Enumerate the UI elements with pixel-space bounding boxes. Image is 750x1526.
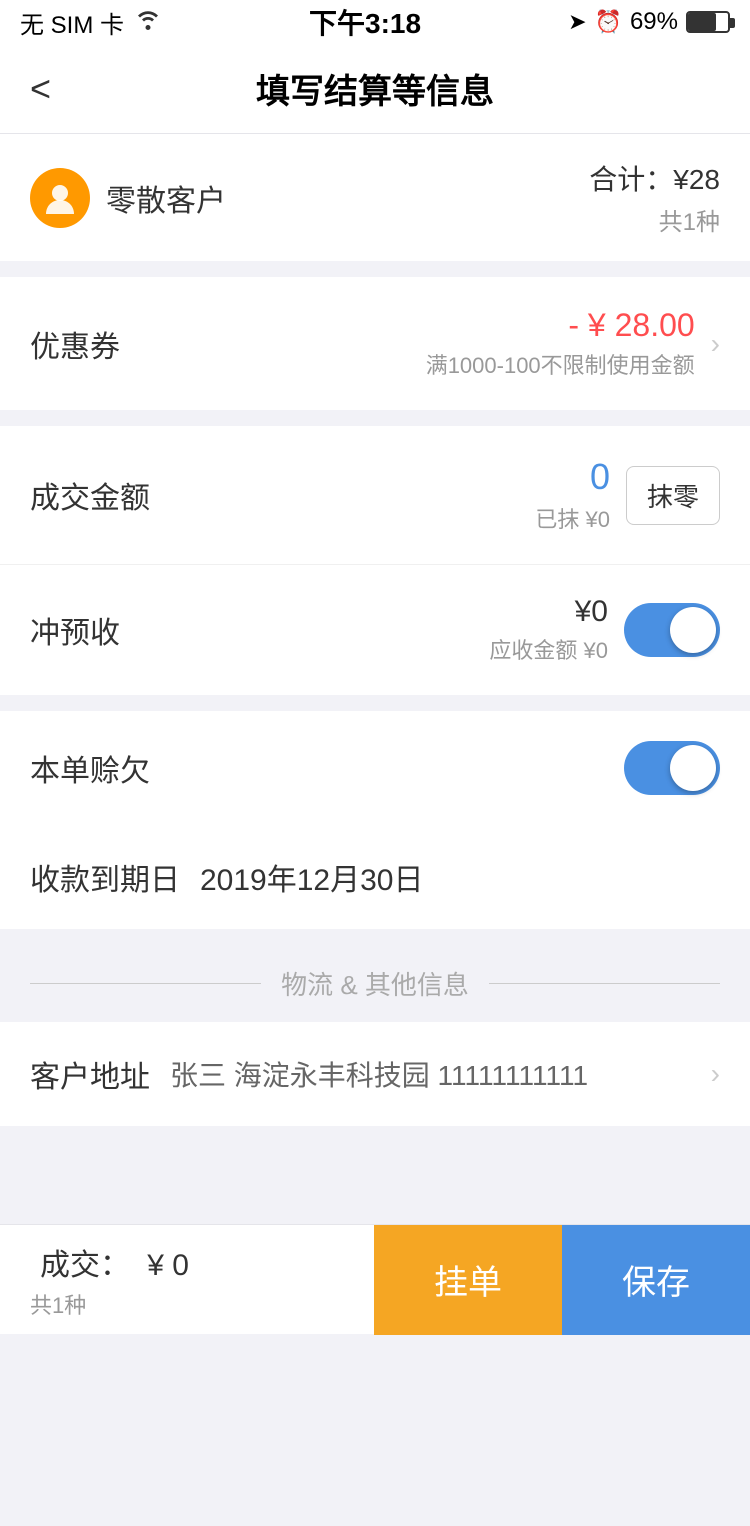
- back-button[interactable]: <: [30, 58, 61, 120]
- logistics-title: 物流 & 其他信息: [281, 965, 469, 1002]
- due-date-section: 收款到期日 2019年12月30日: [0, 825, 750, 929]
- logistics-line-right: [489, 983, 720, 984]
- logistics-header: 物流 & 其他信息: [0, 945, 750, 1022]
- bottom-count: 共1种: [30, 1288, 344, 1320]
- page-title: 填写结算等信息: [256, 64, 494, 113]
- avatar: [30, 168, 90, 228]
- status-bar-left: 无 SIM 卡: [20, 5, 162, 40]
- due-date-row[interactable]: 收款到期日 2019年12月30日: [0, 825, 750, 929]
- prepay-row: 冲预收 ¥0 应收金额 ¥0: [0, 565, 750, 695]
- coupon-description: 满1000-100不限制使用金额: [426, 348, 695, 380]
- location-icon: ➤: [568, 9, 586, 35]
- address-chevron-icon: ›: [711, 1058, 720, 1090]
- divider-2: [0, 410, 750, 426]
- address-section: 客户地址 张三 海淀永丰科技园 11111111111 ›: [0, 1022, 750, 1126]
- carrier-text: 无 SIM 卡: [20, 5, 124, 40]
- save-button-label: 保存: [622, 1255, 690, 1304]
- status-bar-time: 下午3:18: [309, 2, 421, 42]
- prepay-receivable: 应收金额 ¥0: [489, 633, 608, 665]
- battery-icon: [686, 11, 730, 33]
- debit-row: 本单赊欠: [0, 711, 750, 825]
- coupon-row[interactable]: 优惠券 - ¥ 28.00 满1000-100不限制使用金额 ›: [0, 277, 750, 410]
- customer-count: 共1种: [589, 202, 720, 237]
- customer-total: 合计：¥28: [589, 158, 720, 198]
- coupon-discount: - ¥ 28.00: [426, 307, 695, 344]
- bottom-info: 成交： ¥ 0 共1种: [0, 1240, 374, 1320]
- payment-section: 成交金额 0 已抹 ¥0 抹零 冲预收 ¥0 应收金额 ¥0: [0, 426, 750, 695]
- address-value: 张三 海淀永丰科技园 11111111111: [170, 1054, 711, 1094]
- bottom-bar: 成交： ¥ 0 共1种 挂单 保存: [0, 1224, 750, 1334]
- status-bar-right: ➤ ⏰ 69%: [568, 8, 730, 36]
- customer-name: 零散客户: [106, 176, 226, 220]
- prepay-amount: ¥0: [489, 595, 608, 629]
- round-off-button[interactable]: 抹零: [626, 466, 720, 525]
- debit-toggle-knob: [670, 745, 716, 791]
- alarm-icon: ⏰: [595, 9, 622, 35]
- coupon-label: 优惠券: [30, 322, 120, 366]
- address-row[interactable]: 客户地址 张三 海淀永丰科技园 11111111111 ›: [0, 1022, 750, 1126]
- debit-label: 本单赊欠: [30, 746, 150, 790]
- prepay-right: ¥0 应收金额 ¥0: [120, 595, 720, 665]
- wifi-icon: [134, 8, 162, 37]
- due-date-value: 2019年12月30日: [200, 855, 423, 899]
- already-rounded-text: 已抹 ¥0: [535, 502, 610, 534]
- toggle-knob: [670, 607, 716, 653]
- logistics-line-left: [30, 983, 261, 984]
- customer-right: 合计：¥28 共1种: [589, 158, 720, 237]
- chevron-right-icon: ›: [711, 328, 720, 360]
- bottom-deal-label: 成交： ¥ 0: [30, 1240, 344, 1284]
- customer-left: 零散客户: [30, 168, 226, 228]
- divider-1: [0, 261, 750, 277]
- bottom-deal-text: 成交：: [40, 1249, 130, 1282]
- debit-toggle[interactable]: [624, 741, 720, 795]
- address-label: 客户地址: [30, 1052, 150, 1096]
- coupon-section: 优惠券 - ¥ 28.00 满1000-100不限制使用金额 ›: [0, 277, 750, 410]
- hang-button-label: 挂单: [434, 1255, 502, 1304]
- prepay-label: 冲预收: [30, 608, 120, 652]
- save-button[interactable]: 保存: [562, 1225, 750, 1335]
- divider-4: [0, 929, 750, 945]
- due-date-label: 收款到期日: [30, 855, 180, 899]
- battery-percent: 69%: [630, 8, 678, 36]
- transaction-value: 0: [535, 456, 610, 498]
- debit-section: 本单赊欠: [0, 711, 750, 825]
- coupon-right: - ¥ 28.00 满1000-100不限制使用金额 ›: [120, 307, 720, 380]
- divider-3: [0, 695, 750, 711]
- transaction-right: 0 已抹 ¥0 抹零: [150, 456, 720, 534]
- prepay-toggle[interactable]: [624, 603, 720, 657]
- nav-bar: < 填写结算等信息: [0, 44, 750, 134]
- transaction-label: 成交金额: [30, 473, 150, 517]
- status-bar: 无 SIM 卡 下午3:18 ➤ ⏰ 69%: [0, 0, 750, 44]
- customer-section: 零散客户 合计：¥28 共1种: [0, 134, 750, 261]
- hang-button[interactable]: 挂单: [374, 1225, 562, 1335]
- bottom-deal-value: ¥ 0: [147, 1249, 189, 1282]
- transaction-amount-row: 成交金额 0 已抹 ¥0 抹零: [0, 426, 750, 565]
